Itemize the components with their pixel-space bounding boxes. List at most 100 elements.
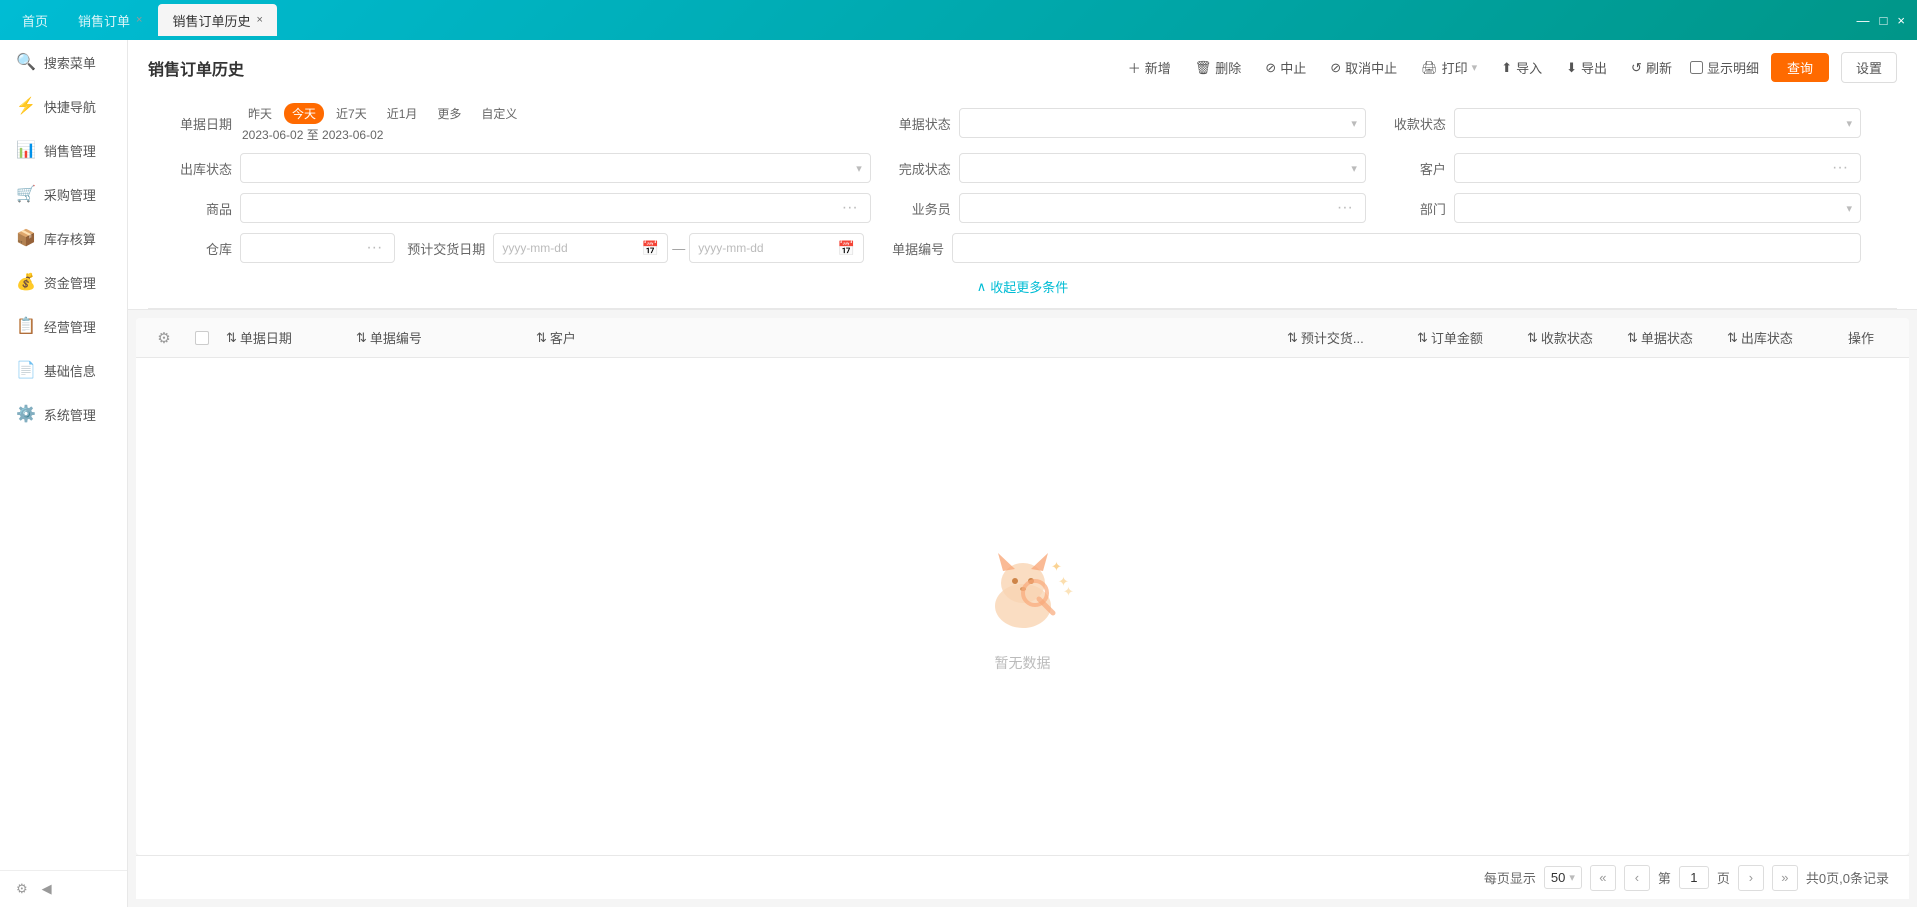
current-page-input[interactable]: 1 xyxy=(1679,866,1709,889)
minimize-icon[interactable]: — xyxy=(1857,13,1870,28)
last-page-button[interactable]: » xyxy=(1772,865,1798,891)
display-detail-toggle[interactable]: 显示明细 xyxy=(1690,58,1759,77)
prev-page-icon: ‹ xyxy=(1635,870,1639,885)
th-bill-status-label: 单据状态 xyxy=(1641,328,1693,347)
new-button[interactable]: ＋ 新增 xyxy=(1122,54,1177,81)
bill-no-input[interactable] xyxy=(952,233,1861,263)
sidebar-item-search-menu[interactable]: 🔍 搜索菜单 xyxy=(0,40,127,84)
sidebar-item-finance-mgmt[interactable]: 💰 资金管理 xyxy=(0,260,127,304)
sidebar-item-sys-mgmt[interactable]: ⚙️ 系统管理 xyxy=(0,392,127,436)
th-bill-date[interactable]: ⇅ 单据日期 xyxy=(220,328,350,347)
toolbar: ＋ 新增 🗑 删除 ⊘ 中止 ⊘ 取消中止 xyxy=(1122,52,1897,83)
inventory-calc-icon: 📦 xyxy=(16,228,36,248)
sidebar-settings-icon[interactable]: ⚙ xyxy=(16,881,28,897)
th-gear[interactable]: ⚙ xyxy=(144,329,184,347)
header-checkbox[interactable] xyxy=(195,331,209,345)
gear-icon[interactable]: ⚙ xyxy=(157,329,170,347)
th-order-amount[interactable]: ⇅ 订单金额 xyxy=(1411,328,1521,347)
window-close-icon[interactable]: × xyxy=(1897,13,1905,28)
receive-status-select[interactable]: ▾ xyxy=(1454,108,1861,138)
export-label: 导出 xyxy=(1581,58,1607,77)
expected-date-start[interactable]: yyyy-mm-dd 📅 xyxy=(493,233,668,263)
receive-status-chevron-icon: ▾ xyxy=(1846,117,1852,130)
new-label: 新增 xyxy=(1145,58,1171,77)
date-today-btn[interactable]: 今天 xyxy=(284,103,324,124)
th-out-status[interactable]: ⇅ 出库状态 xyxy=(1721,328,1821,347)
bill-status-chevron-icon: ▾ xyxy=(1351,117,1357,130)
tab-home[interactable]: 首页 xyxy=(8,4,62,36)
tab-sales-order-history[interactable]: 销售订单历史 × xyxy=(158,4,276,36)
customer-select[interactable]: ··· xyxy=(1454,153,1861,183)
page-size-select[interactable]: 50 ▾ xyxy=(1544,866,1582,889)
th-receive-status[interactable]: ⇅ 收款状态 xyxy=(1521,328,1621,347)
th-bill-status[interactable]: ⇅ 单据状态 xyxy=(1621,328,1721,347)
th-check[interactable] xyxy=(184,331,220,345)
import-button[interactable]: ⬆ 导入 xyxy=(1495,54,1548,81)
filter-row-2: 出库状态 ▾ 完成状态 ▾ 客户 xyxy=(168,153,1877,183)
customer-ellipsis-icon[interactable]: ··· xyxy=(1828,159,1852,177)
date-7days-btn[interactable]: 近7天 xyxy=(328,103,375,124)
sidebar-collapse-icon[interactable]: ◀ xyxy=(42,881,52,897)
bill-date-label: 单据日期 xyxy=(168,114,240,133)
salesperson-select[interactable]: ··· xyxy=(959,193,1366,223)
warehouse-ellipsis-icon[interactable]: ··· xyxy=(362,239,386,257)
bill-status-select[interactable]: ▾ xyxy=(959,108,1366,138)
goods-select[interactable]: ··· xyxy=(240,193,871,223)
goods-ellipsis-icon[interactable]: ··· xyxy=(838,199,862,217)
display-detail-checkbox[interactable] xyxy=(1690,61,1703,74)
sidebar-item-sales-mgmt[interactable]: 📊 销售管理 xyxy=(0,128,127,172)
complete-status-chevron-icon: ▾ xyxy=(1351,162,1357,175)
search-button[interactable]: 查询 xyxy=(1771,53,1829,82)
tab-sales-order-close[interactable]: × xyxy=(136,14,142,26)
cancel-stop-button[interactable]: ⊘ 取消中止 xyxy=(1324,54,1403,81)
sidebar-item-ops-mgmt[interactable]: 📋 经营管理 xyxy=(0,304,127,348)
first-page-button[interactable]: « xyxy=(1590,865,1616,891)
th-customer[interactable]: ⇅ 客户 xyxy=(530,328,1281,347)
stop-icon: ⊘ xyxy=(1265,60,1276,76)
print-label: 打印 xyxy=(1442,58,1468,77)
sys-mgmt-icon: ⚙️ xyxy=(16,404,36,424)
page-title-row: 销售订单历史 ＋ 新增 🗑 删除 ⊘ 中止 ⊘ xyxy=(148,52,1897,83)
cancel-stop-icon: ⊘ xyxy=(1330,60,1341,76)
finance-mgmt-icon: 💰 xyxy=(16,272,36,292)
tab-sales-order-history-close[interactable]: × xyxy=(256,14,262,26)
salesperson-ellipsis-icon[interactable]: ··· xyxy=(1333,199,1357,217)
svg-text:✦: ✦ xyxy=(1051,559,1062,574)
page-total: 共0页,0条记录 xyxy=(1806,868,1889,887)
quick-nav-icon: ⚡ xyxy=(16,96,36,116)
stop-button[interactable]: ⊘ 中止 xyxy=(1259,54,1312,81)
th-bill-no[interactable]: ⇅ 单据编号 xyxy=(350,328,530,347)
next-page-button[interactable]: › xyxy=(1738,865,1764,891)
export-button[interactable]: ⬇ 导出 xyxy=(1560,54,1613,81)
content-area: 销售订单历史 ＋ 新增 🗑 删除 ⊘ 中止 ⊘ xyxy=(128,40,1917,907)
sidebar-item-sys-mgmt-label: 系统管理 xyxy=(44,405,96,424)
warehouse-select[interactable]: ··· xyxy=(240,233,395,263)
date-more-btn[interactable]: 更多 xyxy=(429,103,469,124)
sidebar-item-inventory-calc[interactable]: 📦 库存核算 xyxy=(0,216,127,260)
collapse-row[interactable]: ∧ 收起更多条件 xyxy=(168,273,1877,298)
print-button[interactable]: 🖨 打印 ▾ xyxy=(1415,54,1483,81)
maximize-icon[interactable]: □ xyxy=(1880,13,1888,28)
date-custom-btn[interactable]: 自定义 xyxy=(473,103,525,124)
expected-date-end-placeholder: yyyy-mm-dd xyxy=(698,241,833,255)
tab-home-label: 首页 xyxy=(22,11,48,30)
th-predict-date[interactable]: ⇅ 预计交货... xyxy=(1281,328,1411,347)
sidebar-item-quick-nav[interactable]: ⚡ 快捷导航 xyxy=(0,84,127,128)
th-out-status-label: 出库状态 xyxy=(1741,328,1793,347)
expected-date-end[interactable]: yyyy-mm-dd 📅 xyxy=(689,233,864,263)
refresh-button[interactable]: ↺ 刷新 xyxy=(1625,54,1678,81)
prev-page-button[interactable]: ‹ xyxy=(1624,865,1650,891)
sidebar-item-purchase-mgmt[interactable]: 🛒 采购管理 xyxy=(0,172,127,216)
sidebar-item-basic-info[interactable]: 📄 基础信息 xyxy=(0,348,127,392)
th-amount-label: 订单金额 xyxy=(1431,328,1483,347)
settings-button[interactable]: 设置 xyxy=(1841,52,1897,83)
date-yesterday-btn[interactable]: 昨天 xyxy=(240,103,280,124)
th-receive-label: 收款状态 xyxy=(1541,328,1593,347)
date-1month-btn[interactable]: 近1月 xyxy=(379,103,426,124)
bill-status-label: 单据状态 xyxy=(887,114,959,133)
complete-status-select[interactable]: ▾ xyxy=(959,153,1366,183)
department-select[interactable]: ▾ xyxy=(1454,193,1861,223)
out-status-select[interactable]: ▾ xyxy=(240,153,871,183)
tab-sales-order[interactable]: 销售订单 × xyxy=(64,4,156,36)
delete-button[interactable]: 🗑 删除 xyxy=(1189,54,1248,81)
